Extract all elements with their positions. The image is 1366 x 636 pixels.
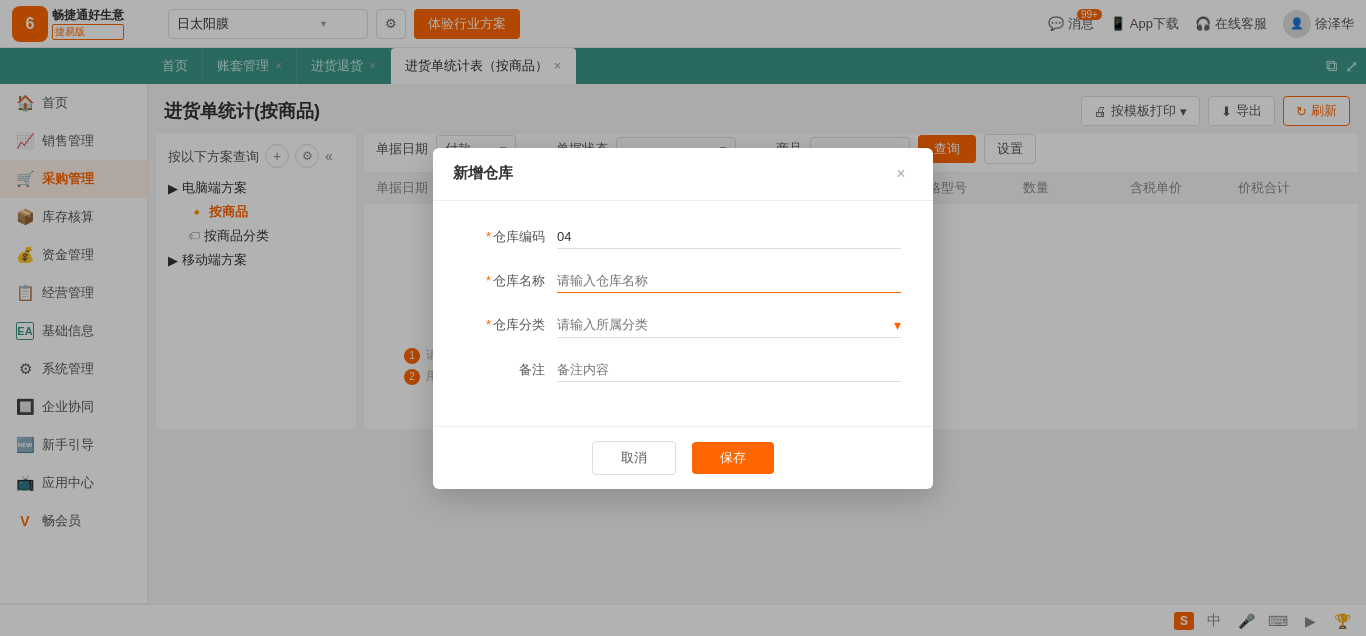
cancel-button[interactable]: 取消 [592,441,676,475]
modal-body: 仓库编码 仓库名称 仓库分类 ▾ 备注 [433,201,933,426]
form-row-code: 仓库编码 [465,225,901,249]
code-label: 仓库编码 [465,228,545,246]
modal-footer: 取消 保存 [433,426,933,489]
category-select[interactable]: ▾ [557,313,901,338]
category-dropdown-icon: ▾ [894,317,901,333]
note-label: 备注 [465,361,545,379]
modal-overlay[interactable]: 新增仓库 × 仓库编码 仓库名称 仓库分类 ▾ [0,0,1366,636]
category-label: 仓库分类 [465,316,545,334]
form-row-note: 备注 [465,358,901,382]
note-input[interactable] [557,358,901,382]
new-warehouse-modal: 新增仓库 × 仓库编码 仓库名称 仓库分类 ▾ [433,148,933,489]
save-button[interactable]: 保存 [692,442,774,474]
name-input[interactable] [557,269,901,293]
form-row-name: 仓库名称 [465,269,901,293]
modal-title: 新增仓库 [453,164,513,183]
code-input[interactable] [557,225,901,249]
name-label: 仓库名称 [465,272,545,290]
form-row-category: 仓库分类 ▾ [465,313,901,338]
modal-close-button[interactable]: × [889,162,913,186]
category-input[interactable] [557,317,894,332]
modal-header: 新增仓库 × [433,148,933,201]
